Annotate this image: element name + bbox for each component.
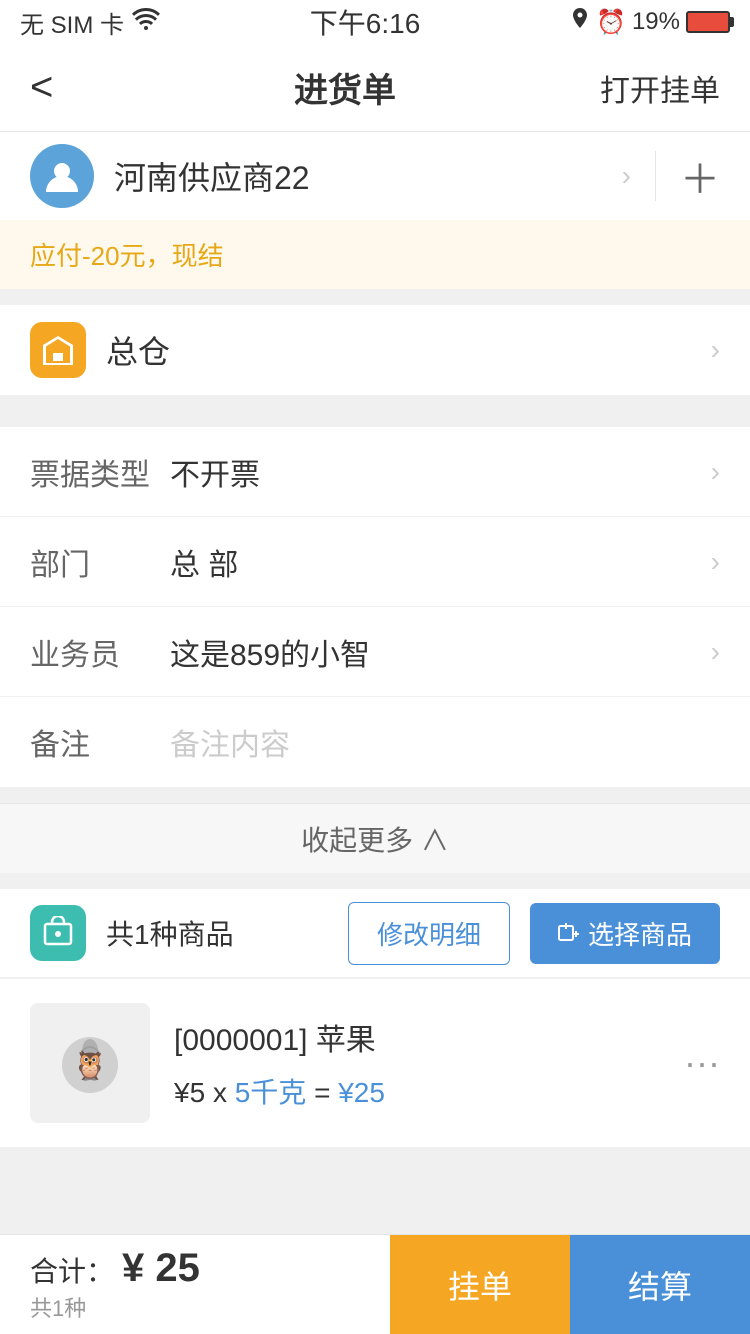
alarm-icon: ⏰ xyxy=(596,8,626,37)
invoice-value: 不开票 xyxy=(150,450,711,494)
page-title: 进货单 xyxy=(294,63,396,112)
location-icon xyxy=(570,8,590,37)
wifi-icon xyxy=(132,8,160,37)
invoice-chevron-icon: › xyxy=(711,456,720,488)
salesman-label: 业务员 xyxy=(30,630,150,674)
carrier-label: 无 SIM 卡 xyxy=(20,5,124,40)
action-buttons: 挂单 结算 xyxy=(390,1235,750,1334)
back-button[interactable]: < xyxy=(30,65,90,110)
collapse-label: 收起更多 ∧ xyxy=(301,819,449,859)
product-id: [0000001] xyxy=(174,1024,307,1057)
status-right: ⏰ 19% xyxy=(570,8,730,37)
battery-percent: 19% xyxy=(632,8,680,36)
warehouse-chevron-icon: › xyxy=(711,334,720,366)
product-header: 共1种商品 修改明细 选择商品 xyxy=(0,889,750,977)
product-count-icon-bg xyxy=(30,905,86,961)
checkout-button[interactable]: 结算 xyxy=(570,1235,750,1334)
dept-value: 总 部 xyxy=(150,540,711,584)
product-price: ¥5 x 5千克 = ¥25 xyxy=(174,1071,684,1111)
salesman-chevron-icon: › xyxy=(711,636,720,668)
note-row[interactable]: 备注 备注内容 xyxy=(0,697,750,787)
product-total: ¥25 xyxy=(338,1077,385,1108)
status-left: 无 SIM 卡 xyxy=(20,5,160,40)
note-label: 备注 xyxy=(30,720,150,764)
svg-text:🦉: 🦉 xyxy=(73,1050,108,1082)
alert-row: 应付-20元，现结 xyxy=(0,220,750,289)
select-product-label: 选择商品 xyxy=(588,915,692,952)
warehouse-row[interactable]: 总仓 › xyxy=(0,305,750,395)
total-amount: ¥ 25 xyxy=(122,1246,200,1291)
collapse-button[interactable]: 收起更多 ∧ xyxy=(0,803,750,873)
form-section: 票据类型 不开票 › 部门 总 部 › 业务员 这是859的小智 › 备注 备注… xyxy=(0,427,750,787)
status-bar: 无 SIM 卡 下午6:16 ⏰ 19% xyxy=(0,0,750,44)
hang-button[interactable]: 挂单 xyxy=(390,1235,570,1334)
edit-detail-button[interactable]: 修改明细 xyxy=(348,902,510,965)
product-info: [0000001] 苹果 ¥5 x 5千克 = ¥25 xyxy=(174,1015,684,1111)
product-item: 🦉 [0000001] 苹果 ¥5 x 5千克 = ¥25 ··· xyxy=(0,979,750,1147)
open-pending-button[interactable]: 打开挂单 xyxy=(600,66,720,110)
bottom-bar: 合计： ¥ 25 共1种 挂单 结算 xyxy=(0,1234,750,1334)
product-qty: 5千克 xyxy=(235,1077,307,1108)
supplier-chevron-icon: › xyxy=(622,160,631,192)
product-more-button[interactable]: ··· xyxy=(684,1042,720,1084)
product-title-text: 苹果 xyxy=(316,1024,376,1057)
select-product-button[interactable]: 选择商品 xyxy=(530,903,720,964)
status-time: 下午6:16 xyxy=(310,2,421,42)
invoice-row[interactable]: 票据类型 不开票 › xyxy=(0,427,750,517)
total-text: 合计： xyxy=(30,1250,114,1290)
supplier-name: 河南供应商22 xyxy=(114,153,622,199)
product-name: [0000001] 苹果 xyxy=(174,1015,684,1059)
supplier-section: 河南供应商22 › ＋ 应付-20元，现结 xyxy=(0,132,750,289)
warehouse-icon-bg xyxy=(30,322,86,378)
warehouse-section: 总仓 › xyxy=(0,305,750,395)
dept-row[interactable]: 部门 总 部 › xyxy=(0,517,750,607)
product-unit-price: ¥5 xyxy=(174,1077,205,1108)
product-multiply: x xyxy=(213,1077,235,1108)
product-count-label: 共1种商品 xyxy=(106,913,328,953)
product-equals: = xyxy=(314,1077,338,1108)
supplier-avatar xyxy=(30,144,94,208)
total-sub: 共1种 xyxy=(30,1291,390,1323)
nav-bar: < 进货单 打开挂单 xyxy=(0,44,750,132)
supplier-row[interactable]: 河南供应商22 › ＋ xyxy=(0,132,750,220)
supplier-divider xyxy=(655,151,656,201)
product-thumbnail: 🦉 xyxy=(30,1003,150,1123)
dept-chevron-icon: › xyxy=(711,546,720,578)
add-button[interactable]: ＋ xyxy=(680,147,720,205)
dept-label: 部门 xyxy=(30,540,150,584)
warehouse-name: 总仓 xyxy=(106,327,711,373)
salesman-row[interactable]: 业务员 这是859的小智 › xyxy=(0,607,750,697)
total-label: 合计： ¥ 25 xyxy=(30,1246,390,1291)
note-placeholder[interactable]: 备注内容 xyxy=(150,720,720,764)
invoice-label: 票据类型 xyxy=(30,450,150,494)
total-section: 合计： ¥ 25 共1种 xyxy=(0,1235,390,1334)
battery-icon xyxy=(686,11,730,33)
salesman-value: 这是859的小智 xyxy=(150,630,711,674)
